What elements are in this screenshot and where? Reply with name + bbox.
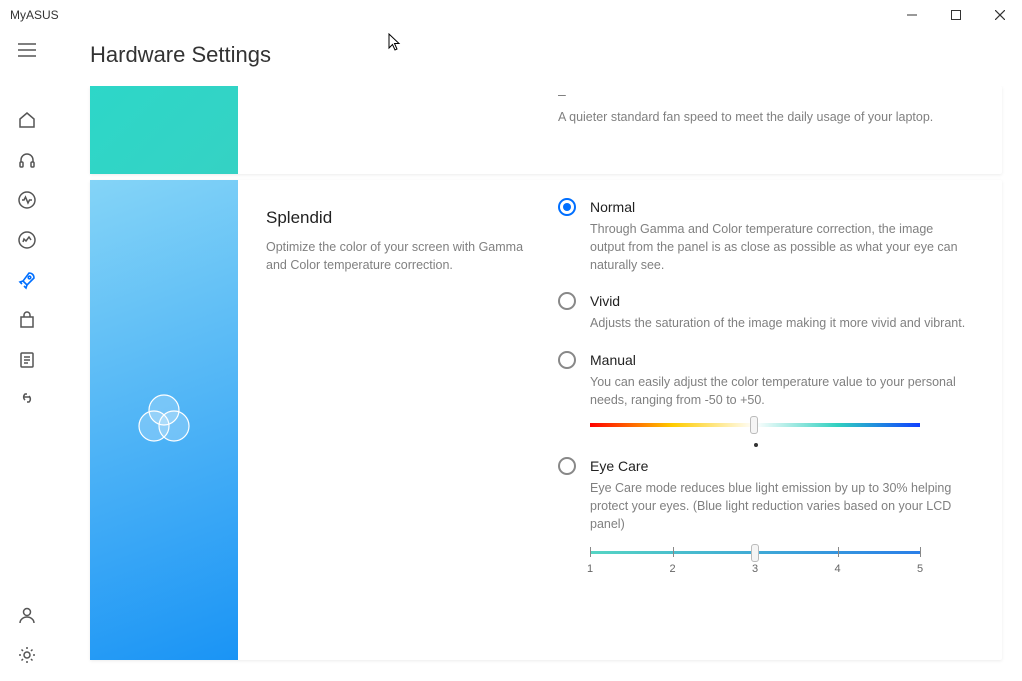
app-title: MyASUS xyxy=(10,8,59,22)
support-headset-icon[interactable] xyxy=(0,140,54,180)
option-desc: Eye Care mode reduces blue light emissio… xyxy=(590,479,968,533)
option-vivid[interactable]: Vivid Adjusts the saturation of the imag… xyxy=(558,292,968,332)
maximize-button[interactable] xyxy=(934,0,978,30)
hardware-settings-rocket-icon[interactable] xyxy=(0,260,54,300)
option-normal[interactable]: Normal Through Gamma and Color temperatu… xyxy=(558,198,968,274)
option-label: Manual xyxy=(590,352,636,368)
update-sync-icon[interactable] xyxy=(0,220,54,260)
news-document-icon[interactable] xyxy=(0,340,54,380)
radio-vivid[interactable] xyxy=(558,292,576,310)
option-eyecare[interactable]: Eye Care Eye Care mode reduces blue ligh… xyxy=(558,457,968,581)
splendid-desc: Optimize the color of your screen with G… xyxy=(266,238,538,274)
step-label: 1 xyxy=(587,563,593,575)
option-label: Eye Care xyxy=(590,458,648,474)
sidebar xyxy=(0,30,54,681)
option-manual[interactable]: Manual You can easily adjust the color t… xyxy=(558,351,968,427)
home-icon[interactable] xyxy=(0,100,54,140)
color-temp-slider[interactable] xyxy=(590,423,920,427)
option-label: Normal xyxy=(590,199,635,215)
splendid-title: Splendid xyxy=(266,208,538,228)
page-title: Hardware Settings xyxy=(54,30,1022,86)
close-button[interactable] xyxy=(978,0,1022,30)
menu-hamburger-button[interactable] xyxy=(0,30,54,70)
radio-normal[interactable] xyxy=(558,198,576,216)
account-user-icon[interactable] xyxy=(0,595,54,635)
title-bar: MyASUS xyxy=(0,0,1022,30)
radio-eyecare[interactable] xyxy=(558,457,576,475)
link-icon[interactable] xyxy=(0,380,54,420)
collapse-indicator[interactable]: – xyxy=(558,86,968,102)
settings-gear-icon[interactable] xyxy=(0,635,54,675)
step-label: 5 xyxy=(917,563,923,575)
radio-manual[interactable] xyxy=(558,351,576,369)
fan-mode-desc: A quieter standard fan speed to meet the… xyxy=(558,108,968,126)
option-label: Vivid xyxy=(590,293,620,309)
eyecare-level-slider[interactable]: 1 2 3 4 5 xyxy=(590,547,920,581)
splendid-card-thumb xyxy=(90,180,238,660)
option-desc: You can easily adjust the color temperat… xyxy=(590,373,968,409)
shop-bag-icon[interactable] xyxy=(0,300,54,340)
step-label: 2 xyxy=(669,563,675,575)
minimize-button[interactable] xyxy=(890,0,934,30)
fan-card: – A quieter standard fan speed to meet t… xyxy=(90,86,1002,174)
fan-card-thumb xyxy=(90,86,238,174)
venn-color-icon xyxy=(132,388,196,452)
option-desc: Through Gamma and Color temperature corr… xyxy=(590,220,968,274)
option-desc: Adjusts the saturation of the image maki… xyxy=(590,314,968,332)
diagnostics-heartbeat-icon[interactable] xyxy=(0,180,54,220)
step-label: 3 xyxy=(752,563,758,575)
splendid-card: Splendid Optimize the color of your scre… xyxy=(90,180,1002,660)
step-label: 4 xyxy=(834,563,840,575)
